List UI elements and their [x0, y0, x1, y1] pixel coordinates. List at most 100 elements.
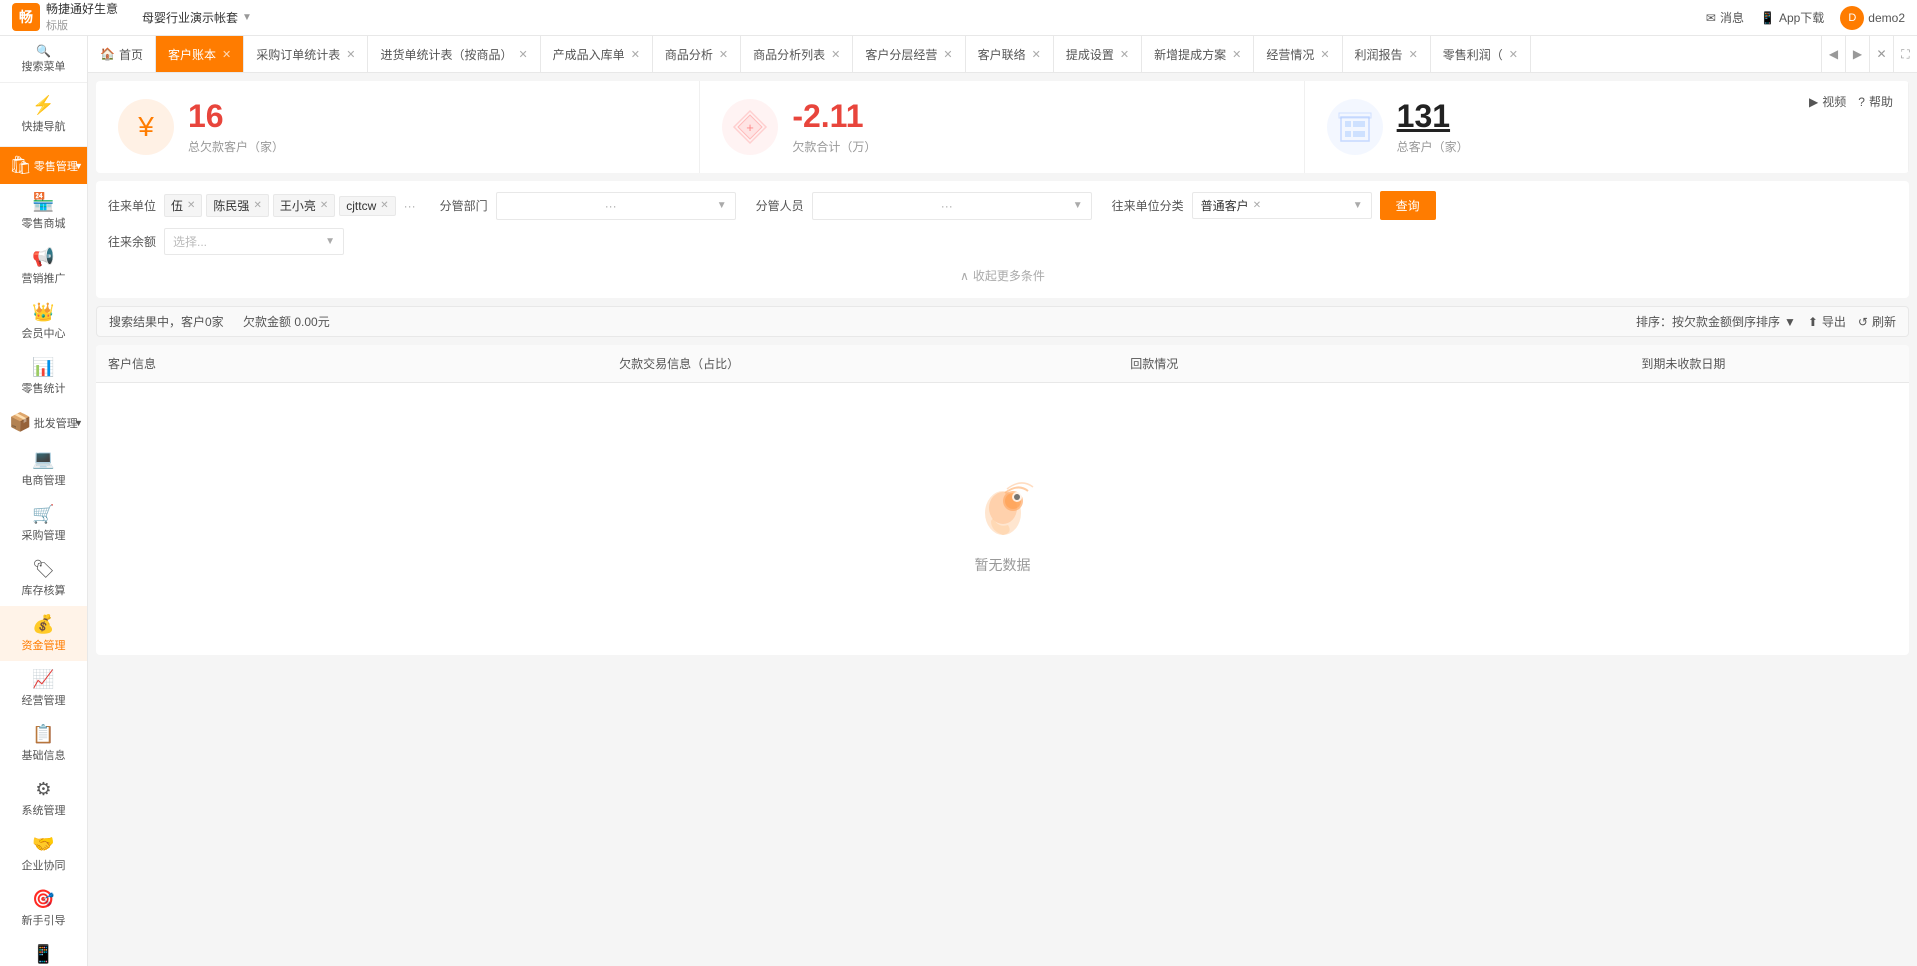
header-right: ✉ 消息 📱 App下载 D demo2	[1706, 6, 1905, 30]
sidebar-item-purchase[interactable]: 🛒 采购管理	[0, 496, 87, 551]
stat-values-3: 131 总客户（家）	[1397, 99, 1469, 155]
sidebar-item-retail-mall[interactable]: 🏪 零售商城	[0, 184, 87, 239]
tab-close-profit[interactable]: ✕	[1409, 48, 1418, 61]
tab-close-contact[interactable]: ✕	[1032, 48, 1041, 61]
filter-dept-dots[interactable]: ···	[599, 197, 623, 215]
sidebar-item-app-center[interactable]: 📱 应用中心	[0, 936, 87, 966]
tab-retail-profit[interactable]: 零售利润（ ✕	[1431, 36, 1531, 72]
filter-person-select[interactable]: ··· ▼	[812, 192, 1092, 220]
tab-close-goods[interactable]: ✕	[719, 48, 728, 61]
sidebar-item-basic-info[interactable]: 📋 基础信息	[0, 716, 87, 771]
tab-close-inbound[interactable]: ✕	[518, 48, 527, 61]
tab-purchase-order[interactable]: 采购订单统计表 ✕	[244, 36, 368, 72]
tab-close-segment[interactable]: ✕	[943, 48, 952, 61]
tab-customer-contact[interactable]: 客户联络 ✕	[966, 36, 1054, 72]
stat-label-customers: 总客户（家）	[1397, 138, 1469, 155]
tab-close-promotion[interactable]: ✕	[1120, 48, 1129, 61]
sort-selector[interactable]: 排序：按欠款金额倒序排序 ▼	[1636, 313, 1796, 330]
filter-tag-close-class[interactable]: ✕	[1253, 200, 1261, 211]
stat-icon-3	[1327, 99, 1383, 155]
sidebar-item-newbie[interactable]: 🎯 新手引导	[0, 881, 87, 936]
filter-tag-cj: cjttcw ✕	[339, 196, 395, 216]
sidebar-nav-item[interactable]: ⚡ 快捷导航	[0, 83, 87, 147]
content-area: 🏠 首页 客户账本 ✕ 采购订单统计表 ✕ 进货单统计表（按商品） ✕ 产成品入…	[88, 36, 1917, 966]
stat-values-1: 16 总欠款客户（家）	[188, 99, 284, 155]
user-profile-button[interactable]: D demo2	[1840, 6, 1905, 30]
sidebar-item-retail-stats[interactable]: 📊 零售统计	[0, 349, 87, 404]
operation-icon: 📈	[32, 669, 54, 690]
filter-balance-select[interactable]: 选择... ▼	[164, 228, 344, 255]
tab-business[interactable]: 经营情况 ✕	[1254, 36, 1342, 72]
sidebar-item-ecommerce[interactable]: 💻 电商管理	[0, 441, 87, 496]
tab-goods-analysis[interactable]: 商品分析 ✕	[653, 36, 741, 72]
stat-number-debtors: 16	[188, 99, 284, 134]
filter-more-button[interactable]: ···	[400, 197, 420, 215]
empty-state-icon	[963, 463, 1043, 543]
member-icon: 👑	[32, 302, 54, 323]
refresh-button[interactable]: ↺ 刷新	[1858, 313, 1896, 330]
video-button[interactable]: ▶ 视频	[1809, 93, 1846, 110]
tab-close-business[interactable]: ✕	[1320, 48, 1329, 61]
export-button[interactable]: ⬆ 导出	[1808, 313, 1846, 330]
filter-tag-close-chen[interactable]: ✕	[253, 200, 261, 211]
avatar-initial: D	[1848, 12, 1856, 24]
tab-close-goods-list[interactable]: ✕	[831, 48, 840, 61]
filter-dept-select[interactable]: ··· ▼	[496, 192, 736, 220]
stats-row: ¥ 16 总欠款客户（家）	[96, 81, 1909, 173]
filter-person-dots[interactable]: ···	[935, 197, 959, 215]
help-button[interactable]: ? 帮助	[1858, 93, 1893, 110]
tab-profit-report[interactable]: 利润报告 ✕	[1343, 36, 1431, 72]
sidebar-item-member[interactable]: 👑 会员中心	[0, 294, 87, 349]
retail-arrow-icon: ▼	[74, 161, 83, 171]
tab-close-cost[interactable]: ✕	[631, 48, 640, 61]
sidebar-item-wholesale[interactable]: 📦 批发管理 ▼	[0, 404, 87, 441]
tab-customer-segment[interactable]: 客户分层经营 ✕	[853, 36, 965, 72]
filter-tag-close-wang[interactable]: ✕	[320, 200, 328, 211]
stat-icon-2: +	[722, 99, 778, 155]
sidebar: 🔍 搜索菜单 ⚡ 快捷导航 🛍 零售管理 ▼ 🏪 零售商城 📢 营销推广 👑 会…	[0, 36, 88, 966]
newbie-icon: 🎯	[32, 889, 54, 910]
tab-next-button[interactable]: ▶	[1845, 36, 1869, 72]
filter-tag-close-cj[interactable]: ✕	[380, 200, 388, 211]
tab-close-purchase[interactable]: ✕	[346, 48, 355, 61]
stat-icon-area-1: ¥	[116, 97, 176, 157]
sidebar-item-enterprise[interactable]: 🤝 企业协同	[0, 826, 87, 881]
help-icon: ?	[1858, 95, 1865, 109]
tab-close-all-button[interactable]: ✕	[1869, 36, 1893, 72]
filter-collapse-button[interactable]: ∧ 收起更多条件	[956, 263, 1049, 288]
sidebar-item-marketing[interactable]: 📢 营销推广	[0, 239, 87, 294]
app-download-button[interactable]: 📱 App下载	[1760, 9, 1824, 26]
sidebar-item-finance[interactable]: 💰 资金管理	[0, 606, 87, 661]
tab-close-accounts[interactable]: ✕	[222, 48, 231, 61]
filter-row-2: 往来余额 选择... ▼	[108, 228, 1897, 255]
collapse-up-icon: ∧	[960, 269, 969, 283]
tab-accounts[interactable]: 客户账本 ✕	[156, 36, 244, 72]
tab-cost-inbound[interactable]: 产成品入库单 ✕	[541, 36, 653, 72]
tab-home[interactable]: 🏠 首页	[88, 36, 156, 72]
basic-info-icon: 📋	[32, 724, 54, 745]
stat-icon-area-2: +	[720, 97, 780, 157]
sidebar-search-item[interactable]: 🔍 搜索菜单	[0, 36, 87, 83]
filter-tag-close-wu[interactable]: ✕	[187, 200, 195, 211]
inventory-icon: 🏷	[32, 559, 55, 580]
search-button[interactable]: 查询	[1380, 191, 1436, 220]
logo-text-block: 畅捷通好生意 标版	[46, 2, 118, 32]
messages-button[interactable]: ✉ 消息	[1706, 9, 1744, 26]
sidebar-item-retail[interactable]: 🛍 零售管理 ▼	[0, 147, 87, 184]
workspace-selector[interactable]: 母婴行业演示帐套 ▼	[142, 9, 252, 26]
sidebar-item-system[interactable]: ⚙ 系统管理	[0, 771, 87, 826]
sidebar-item-operation[interactable]: 📈 经营管理	[0, 661, 87, 716]
table-header-repayment: 回款情况	[1130, 355, 1641, 372]
tab-goods-analysis-list[interactable]: 商品分析列表 ✕	[741, 36, 853, 72]
sidebar-item-inventory[interactable]: 🏷 库存核算	[0, 551, 87, 606]
tab-inbound-stats[interactable]: 进货单统计表（按商品） ✕	[368, 36, 540, 72]
tab-prev-button[interactable]: ◀	[1821, 36, 1845, 72]
tab-arrows: ◀ ▶ ✕ ⛶	[1821, 36, 1917, 72]
tab-close-achievement[interactable]: ✕	[1232, 48, 1241, 61]
tab-new-achievement[interactable]: 新增提成方案 ✕	[1142, 36, 1254, 72]
filter-dept-arrow-icon: ▼	[717, 200, 727, 211]
tab-close-retail-profit[interactable]: ✕	[1509, 48, 1518, 61]
tab-maximize-button[interactable]: ⛶	[1893, 36, 1917, 72]
tab-promotion-settings[interactable]: 提成设置 ✕	[1054, 36, 1142, 72]
filter-classification-select[interactable]: 普通客户 ✕ ▼	[1192, 192, 1372, 219]
